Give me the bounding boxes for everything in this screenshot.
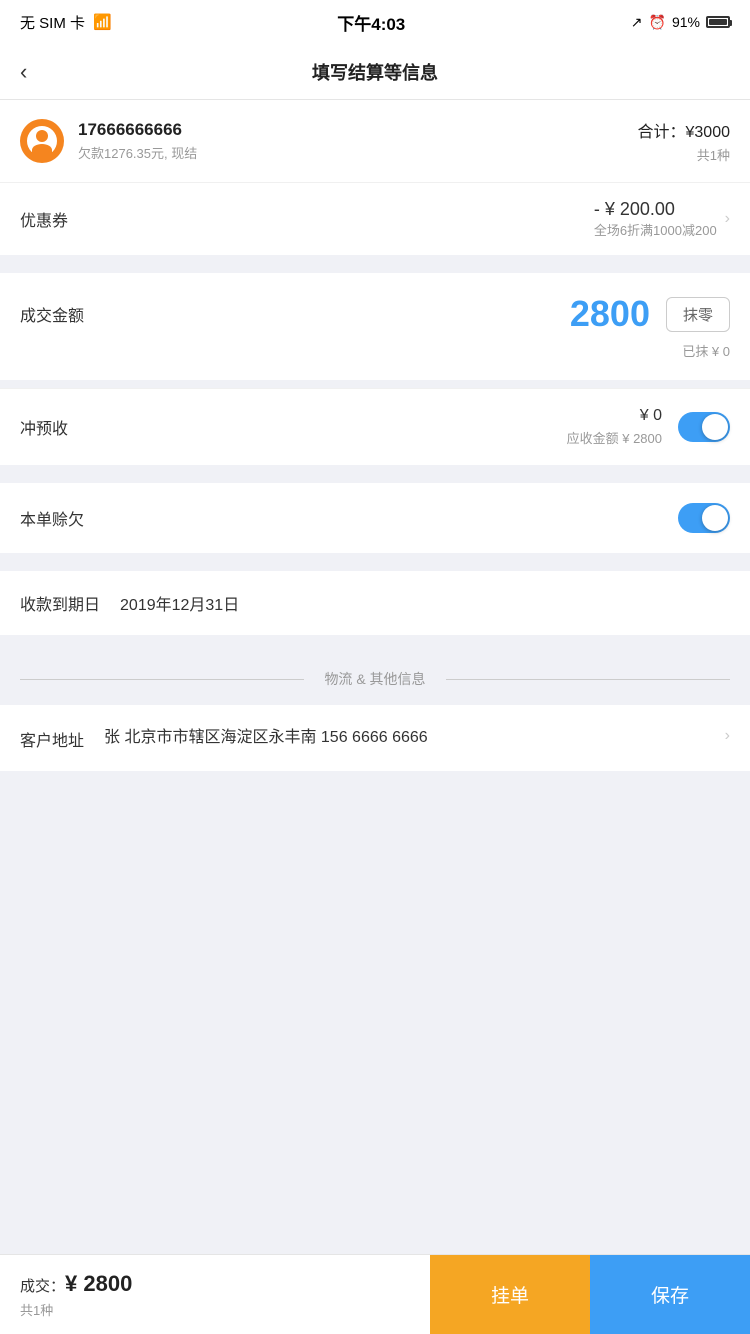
prepay-amount: ¥ 0 — [567, 407, 662, 425]
coupon-value: - ¥ 200.00 — [594, 199, 717, 220]
hang-button[interactable]: 挂单 — [430, 1255, 590, 1334]
logistics-line-left — [20, 679, 304, 680]
carrier-label: 无 SIM 卡 — [20, 12, 85, 33]
prepay-sub: 应收金额 ¥ 2800 — [567, 428, 662, 447]
customer-phone: 17666666666 — [78, 120, 197, 140]
empty-area — [0, 779, 750, 959]
bad-debt-toggle-thumb — [702, 505, 728, 531]
customer-card: 17666666666 欠款1276.35元, 现结 合计：¥3000 共1种 … — [0, 100, 750, 255]
location-icon: ↗ — [631, 14, 643, 31]
section-divider-4 — [0, 643, 750, 653]
logistics-header: 物流 & 其他信息 — [0, 653, 750, 705]
section-divider-1 — [0, 263, 750, 273]
bottom-bar: 成交：¥ 2800 共1种 挂单 保存 — [0, 1254, 750, 1334]
address-value: 张 北京市市辖区海淀区永丰南 156 6666 6666 — [104, 725, 715, 751]
wifi-icon: 📶 — [93, 13, 112, 31]
coupon-label: 优惠券 — [20, 207, 68, 231]
deal-amount-value: 2800 — [570, 293, 650, 335]
customer-info: 17666666666 欠款1276.35元, 现结 — [78, 120, 197, 162]
save-button[interactable]: 保存 — [590, 1255, 750, 1334]
avatar-icon — [27, 126, 57, 156]
deal-sub-text: 已抹 ¥ 0 — [20, 341, 730, 360]
toggle-thumb — [702, 414, 728, 440]
customer-row: 17666666666 欠款1276.35元, 现结 合计：¥3000 共1种 — [0, 100, 750, 182]
prepay-right: ¥ 0 应收金额 ¥ 2800 — [567, 407, 730, 447]
alarm-icon: ⏰ — [649, 14, 666, 31]
due-date-row: 收款到期日 2019年12月31日 — [0, 571, 750, 635]
status-right: ↗ ⏰ 91% — [631, 14, 730, 31]
prepay-card: 冲预收 ¥ 0 应收金额 ¥ 2800 — [0, 388, 750, 465]
prepay-label: 冲预收 — [20, 415, 68, 439]
battery-label: 91% — [672, 14, 700, 30]
status-bar: 无 SIM 卡 📶 下午4:03 ↗ ⏰ 91% — [0, 0, 750, 44]
customer-left: 17666666666 欠款1276.35元, 现结 — [20, 119, 197, 163]
deal-section: 成交金额 2800 抹零 已抹 ¥ 0 — [0, 273, 750, 380]
coupon-row[interactable]: 优惠券 - ¥ 200.00 全场6折满1000减200 › — [0, 182, 750, 255]
total-amount: 合计：¥3000 — [638, 118, 731, 142]
bottom-deal: 成交：¥ 2800 — [20, 1271, 410, 1297]
bad-debt-label: 本单赊欠 — [20, 506, 84, 530]
round-off-button[interactable]: 抹零 — [666, 297, 730, 332]
bottom-deal-label: 成交： — [20, 1278, 65, 1295]
page-title: 填写结算等信息 — [312, 59, 438, 85]
bottom-deal-amount: ¥ 2800 — [65, 1271, 132, 1296]
battery-icon — [706, 16, 730, 28]
coupon-desc: 全场6折满1000减200 — [594, 220, 717, 239]
prepay-row: 冲预收 ¥ 0 应收金额 ¥ 2800 — [0, 388, 750, 465]
address-row[interactable]: 客户地址 张 北京市市辖区海淀区永丰南 156 6666 6666 › — [0, 705, 750, 771]
prepay-toggle[interactable] — [678, 412, 730, 442]
avatar — [20, 119, 64, 163]
deal-amount-label: 成交金额 — [20, 302, 84, 326]
section-divider-3 — [0, 561, 750, 571]
due-date-value: 2019年12月31日 — [120, 591, 239, 615]
customer-right: 合计：¥3000 共1种 — [638, 118, 731, 164]
coupon-chevron-icon: › — [725, 210, 730, 228]
bad-debt-row: 本单赊欠 — [0, 483, 750, 553]
status-left: 无 SIM 卡 📶 — [20, 12, 112, 33]
deal-right: 2800 抹零 — [570, 293, 730, 335]
status-time: 下午4:03 — [337, 10, 405, 35]
address-label: 客户地址 — [20, 725, 84, 751]
customer-subtext: 欠款1276.35元, 现结 — [78, 143, 197, 162]
total-count: 共1种 — [638, 145, 731, 164]
logistics-title: 物流 & 其他信息 — [324, 669, 425, 689]
nav-bar: ‹ 填写结算等信息 — [0, 44, 750, 100]
back-button[interactable]: ‹ — [20, 59, 27, 85]
bottom-info: 成交：¥ 2800 共1种 — [0, 1271, 430, 1319]
logistics-line-right — [446, 679, 730, 680]
coupon-right: - ¥ 200.00 全场6折满1000减200 › — [594, 199, 730, 239]
section-divider-2 — [0, 473, 750, 483]
bottom-count: 共1种 — [20, 1300, 410, 1319]
due-date-label: 收款到期日 — [20, 591, 100, 615]
deal-amount-row: 成交金额 2800 抹零 — [20, 293, 730, 335]
bad-debt-toggle[interactable] — [678, 503, 730, 533]
address-chevron-icon: › — [725, 725, 730, 745]
prepay-values: ¥ 0 应收金额 ¥ 2800 — [567, 407, 662, 447]
bottom-spacer — [0, 959, 750, 1039]
